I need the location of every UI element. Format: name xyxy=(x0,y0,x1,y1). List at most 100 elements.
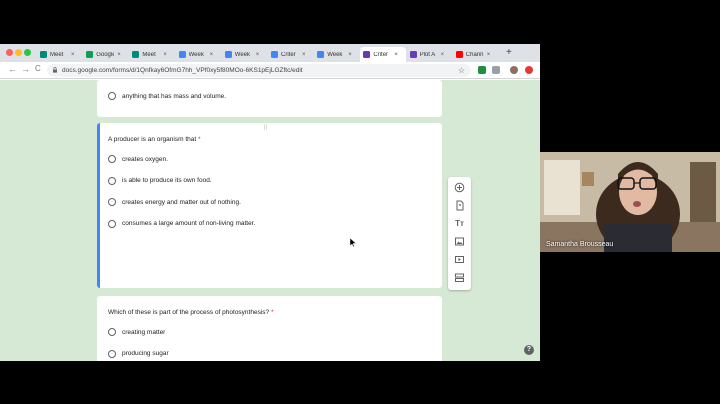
option-label: producing sugar xyxy=(122,350,169,357)
question-title: A producer is an organism that * xyxy=(108,136,201,143)
tab-favicon-icon xyxy=(455,51,463,58)
maximize-window-button[interactable] xyxy=(24,49,31,56)
previous-question-card[interactable]: anything that has mass and volume. xyxy=(97,80,442,117)
drag-handle-icon[interactable]: ⠿ xyxy=(263,124,269,132)
option-row[interactable]: consumes a large amount of non-living ma… xyxy=(108,219,256,228)
tab-favicon-icon xyxy=(132,51,140,58)
tab-label: Meet xyxy=(50,51,64,58)
required-mark: * xyxy=(271,309,274,316)
tab-close-icon[interactable]: × xyxy=(117,52,121,58)
radio-icon[interactable] xyxy=(108,92,116,100)
radio-icon[interactable] xyxy=(108,349,116,358)
participant-name: Samantha Brousseau xyxy=(546,241,614,248)
tab-favicon-icon xyxy=(178,51,186,58)
add-section-icon[interactable] xyxy=(454,272,465,283)
option-row[interactable]: creates energy and matter out of nothing… xyxy=(108,198,241,206)
tab-label: Criter xyxy=(373,51,389,58)
profile-avatar[interactable] xyxy=(510,66,518,74)
tab-strip: Meet × Google × Meet × Week × Week × Criter × Week × C… xyxy=(0,44,540,62)
tab-close-icon[interactable]: × xyxy=(441,52,445,58)
browser-tab[interactable]: Chann × xyxy=(453,47,498,62)
browser-tab[interactable]: Criter × xyxy=(360,47,406,62)
option-label: creating matter xyxy=(122,328,166,336)
browser-tab[interactable]: Week × xyxy=(314,47,359,62)
tab-label: Google xyxy=(96,51,115,58)
browser-tab[interactable]: Plot A × xyxy=(407,47,452,62)
radio-icon[interactable] xyxy=(108,198,116,206)
screen: Meet × Google × Meet × Week × Week × Criter × Week × C… xyxy=(0,0,720,404)
tab-favicon-icon xyxy=(86,51,94,58)
tab-favicon-icon xyxy=(224,51,232,58)
tab-close-icon[interactable]: × xyxy=(210,52,214,58)
browser-toolbar: ← → C docs.google.com/forms/d/1Qnfkay6Of… xyxy=(0,62,540,79)
browser-tab[interactable]: Google × xyxy=(83,47,128,62)
radio-icon[interactable] xyxy=(108,328,116,336)
option-row[interactable]: creates oxygen. xyxy=(108,155,168,163)
add-question-icon[interactable] xyxy=(454,182,465,193)
url-text: docs.google.com/forms/d/1Qnfkay6OfmG7hh_… xyxy=(62,67,303,74)
new-tab-button[interactable]: + xyxy=(506,47,512,58)
option-label: is able to produce its own food. xyxy=(122,177,212,184)
mouse-cursor-icon xyxy=(349,234,357,252)
option-row[interactable]: creating matter xyxy=(108,328,165,336)
import-questions-icon[interactable] xyxy=(454,200,465,211)
participant-video-image xyxy=(540,152,720,252)
question-title-text: A producer is an organism that xyxy=(108,136,197,143)
help-button[interactable]: ? xyxy=(524,345,534,355)
participant-video: Samantha Brousseau xyxy=(540,152,720,252)
radio-icon[interactable] xyxy=(108,155,116,163)
address-bar[interactable]: docs.google.com/forms/d/1Qnfkay6OfmG7hh_… xyxy=(47,64,471,77)
tab-close-icon[interactable]: × xyxy=(394,52,398,58)
tab-favicon-icon xyxy=(40,51,47,58)
required-mark: * xyxy=(198,136,201,143)
browser-tab[interactable]: Week × xyxy=(176,47,221,62)
browser-tab[interactable]: Meet × xyxy=(129,47,174,62)
tab-label: Week xyxy=(188,51,204,58)
tab-close-icon[interactable]: × xyxy=(302,52,306,58)
tab-favicon-icon xyxy=(363,51,371,58)
back-button[interactable]: ← xyxy=(8,64,17,74)
question-card-photosynthesis[interactable]: Which of these is part of the process of… xyxy=(97,296,442,361)
lock-icon xyxy=(53,67,57,73)
focus-indicator xyxy=(97,123,100,288)
tab-label: Criter xyxy=(281,51,296,58)
tab-label: Week xyxy=(327,51,343,58)
radio-icon[interactable] xyxy=(108,176,116,185)
option-label: consumes a large amount of non-living ma… xyxy=(122,220,256,227)
option-label: anything that has mass and volume. xyxy=(122,92,227,100)
tab-favicon-icon xyxy=(409,51,417,58)
add-title-icon[interactable]: Tт xyxy=(454,218,465,229)
close-window-button[interactable] xyxy=(6,49,13,56)
tab-close-icon[interactable]: × xyxy=(348,52,352,58)
forward-button[interactable]: → xyxy=(21,64,30,74)
tab-label: Plot A xyxy=(419,51,436,58)
browser-window: Meet × Google × Meet × Week × Week × Criter × Week × C… xyxy=(0,44,540,361)
tab-label: Meet xyxy=(142,51,156,58)
add-video-icon[interactable] xyxy=(454,254,465,265)
record-indicator-icon[interactable] xyxy=(525,66,533,74)
tab-close-icon[interactable]: × xyxy=(256,52,260,58)
bookmark-star-icon[interactable]: ☆ xyxy=(458,64,465,77)
tab-close-icon[interactable]: × xyxy=(163,52,167,58)
option-row[interactable]: producing sugar xyxy=(108,349,169,358)
option-label: creates energy and matter out of nothing… xyxy=(122,198,241,206)
tab-favicon-icon xyxy=(317,51,325,58)
grid-extension-icon[interactable] xyxy=(492,66,500,74)
minimize-window-button[interactable] xyxy=(15,49,22,56)
reload-button[interactable]: C xyxy=(35,64,41,73)
tab-close-icon[interactable]: × xyxy=(71,52,75,58)
option-label: creates oxygen. xyxy=(122,155,168,163)
radio-icon[interactable] xyxy=(108,219,116,228)
browser-tab[interactable]: Criter × xyxy=(268,47,313,62)
question-title: Which of these is part of the process of… xyxy=(108,309,274,316)
add-image-icon[interactable] xyxy=(454,236,465,247)
browser-tab[interactable]: Meet × xyxy=(37,47,82,62)
question-title-text: Which of these is part of the process of… xyxy=(108,309,270,316)
tab-label: Chann xyxy=(465,51,484,58)
option-row[interactable]: is able to produce its own food. xyxy=(108,176,212,185)
option-row[interactable]: anything that has mass and volume. xyxy=(108,92,226,100)
extension-icon[interactable] xyxy=(478,66,486,74)
browser-tab[interactable]: Week × xyxy=(222,47,267,62)
question-card-producer[interactable]: ⠿ A producer is an organism that * create… xyxy=(97,123,442,288)
tab-close-icon[interactable]: × xyxy=(487,52,491,58)
